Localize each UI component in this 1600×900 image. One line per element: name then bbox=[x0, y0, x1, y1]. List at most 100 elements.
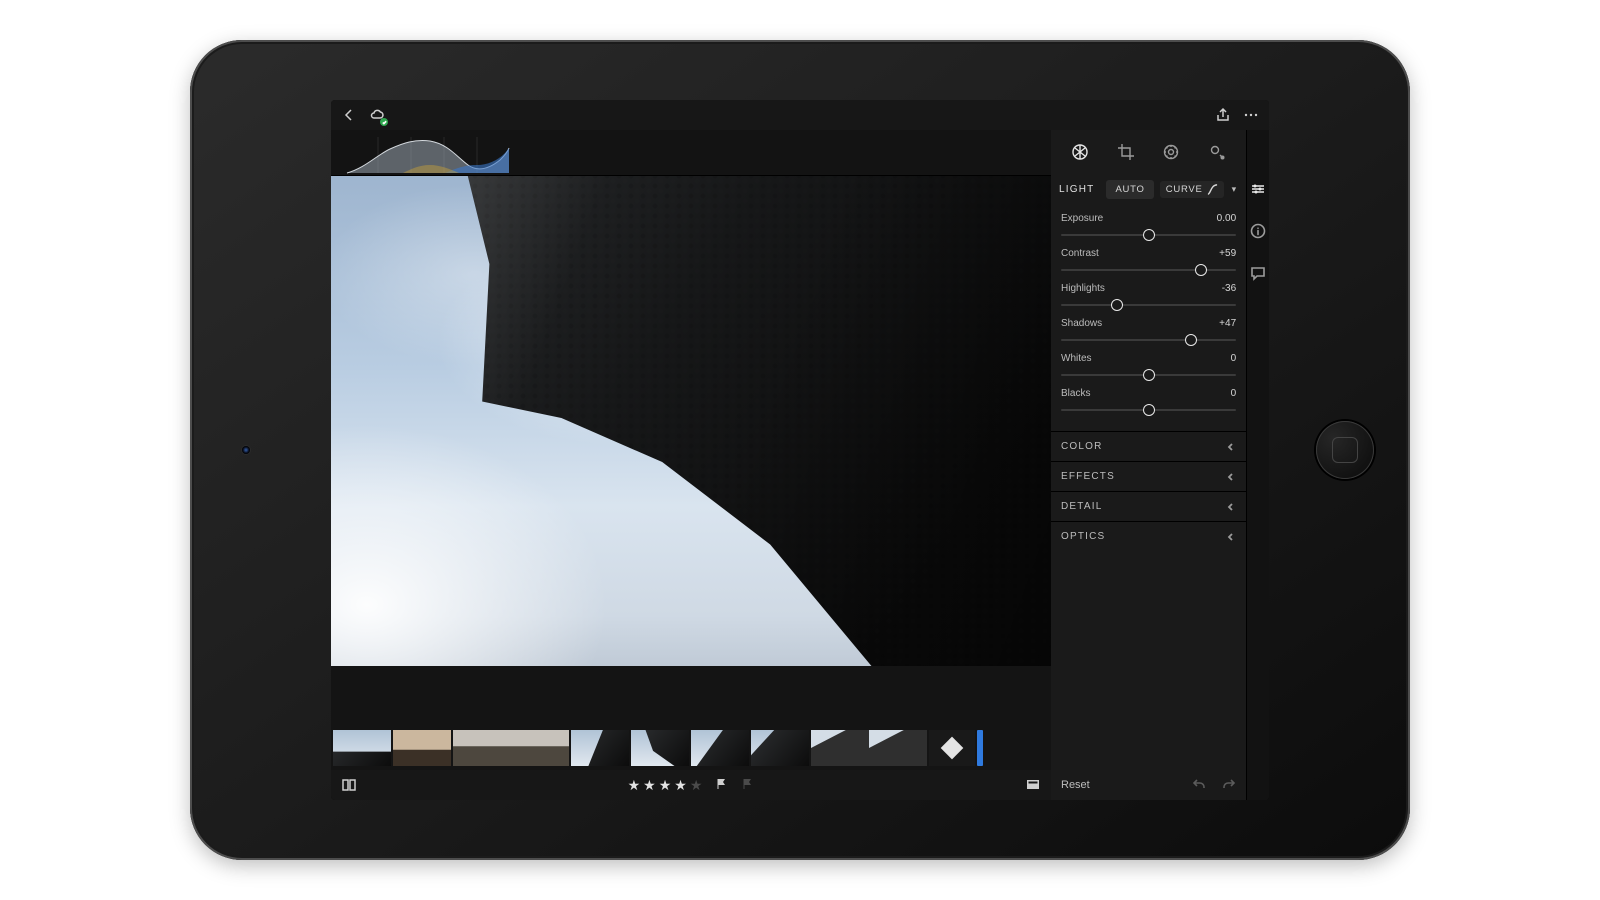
edit-sidebar: LIGHT AUTO CURVE ▾ Exposure0.00 Contrast +… bbox=[1051, 130, 1269, 800]
slider-contrast[interactable]: Contrast +59 bbox=[1061, 248, 1236, 277]
photo-canvas[interactable] bbox=[331, 176, 1051, 726]
thumbnail[interactable] bbox=[571, 730, 629, 766]
chevron-left-icon bbox=[1226, 532, 1236, 542]
histogram-bar bbox=[331, 130, 1051, 176]
tablet-home-button[interactable] bbox=[1316, 421, 1374, 479]
auto-button[interactable]: AUTO bbox=[1106, 180, 1153, 199]
slider-track[interactable] bbox=[1061, 368, 1236, 382]
thumbnail[interactable] bbox=[691, 730, 749, 766]
sync-ok-badge-icon bbox=[380, 118, 388, 126]
star-icon[interactable]: ★ bbox=[643, 777, 656, 794]
slider-knob[interactable] bbox=[1185, 334, 1197, 346]
review-mode-button[interactable] bbox=[1025, 777, 1041, 793]
dock-comments-button[interactable] bbox=[1249, 264, 1267, 282]
detail-section[interactable]: DETAIL bbox=[1051, 491, 1246, 521]
color-title: COLOR bbox=[1061, 441, 1103, 452]
slider-label: Shadows bbox=[1061, 318, 1102, 329]
curve-button[interactable]: CURVE bbox=[1160, 181, 1224, 198]
rating-stars[interactable]: ★ ★ ★ ★ ★ bbox=[628, 777, 703, 794]
slider-shadows[interactable]: Shadows +47 bbox=[1061, 318, 1236, 347]
collapse-light-icon[interactable]: ▾ bbox=[1230, 184, 1239, 195]
slider-label: Highlights bbox=[1061, 283, 1105, 294]
compare-button[interactable] bbox=[341, 777, 357, 793]
effects-section[interactable]: EFFECTS bbox=[1051, 461, 1246, 491]
undo-redo-group bbox=[1192, 777, 1236, 794]
slider-knob[interactable] bbox=[1195, 264, 1207, 276]
slider-value: +59 bbox=[1219, 248, 1236, 259]
color-section[interactable]: COLOR bbox=[1051, 431, 1246, 461]
slider-track[interactable] bbox=[1061, 228, 1236, 242]
bottom-bar: ★ ★ ★ ★ ★ bbox=[331, 770, 1051, 800]
redo-button[interactable] bbox=[1222, 777, 1236, 794]
slider-value: -36 bbox=[1222, 283, 1236, 294]
thumbnail[interactable] bbox=[393, 730, 451, 766]
slider-label: Contrast bbox=[1061, 248, 1099, 259]
light-section-header[interactable]: LIGHT AUTO CURVE ▾ bbox=[1051, 174, 1246, 205]
edit-tab-crop[interactable] bbox=[1115, 141, 1137, 163]
dock-info-button[interactable] bbox=[1249, 222, 1267, 240]
thumbnail[interactable] bbox=[811, 730, 927, 766]
slider-track[interactable] bbox=[1061, 298, 1236, 312]
edit-tab-presets[interactable] bbox=[1160, 141, 1182, 163]
filmstrip-end-marker bbox=[977, 730, 983, 766]
star-icon[interactable]: ★ bbox=[690, 777, 703, 794]
light-sliders: Exposure0.00 Contrast +59 Highlights -36 Shad… bbox=[1051, 205, 1246, 431]
thumbnail[interactable] bbox=[333, 730, 391, 766]
light-title: LIGHT bbox=[1059, 184, 1094, 195]
detail-title: DETAIL bbox=[1061, 501, 1102, 512]
right-dock bbox=[1247, 130, 1269, 800]
slider-value: 0 bbox=[1231, 388, 1237, 399]
slider-highlights[interactable]: Highlights -36 bbox=[1061, 283, 1236, 312]
top-bar bbox=[331, 100, 1269, 130]
editor-left-column: ★ ★ ★ ★ ★ bbox=[331, 130, 1051, 800]
tablet-frame: ★ ★ ★ ★ ★ bbox=[190, 40, 1410, 860]
star-icon[interactable]: ★ bbox=[674, 777, 687, 794]
chevron-left-icon bbox=[1226, 472, 1236, 482]
slider-exposure[interactable]: Exposure0.00 bbox=[1061, 213, 1236, 242]
slider-knob[interactable] bbox=[1143, 404, 1155, 416]
edit-tab-adjust[interactable] bbox=[1069, 141, 1091, 163]
curve-label: CURVE bbox=[1166, 184, 1203, 195]
cloud-sync-status[interactable] bbox=[369, 107, 385, 123]
slider-label: Whites bbox=[1061, 353, 1092, 364]
slider-knob[interactable] bbox=[1143, 369, 1155, 381]
thumbnail[interactable] bbox=[751, 730, 809, 766]
star-icon[interactable]: ★ bbox=[628, 777, 641, 794]
slider-track[interactable] bbox=[1061, 263, 1236, 277]
share-button[interactable] bbox=[1215, 107, 1231, 123]
tablet-camera bbox=[242, 446, 250, 454]
thumbnail[interactable] bbox=[929, 730, 975, 766]
thumbnail-selected[interactable] bbox=[631, 730, 689, 766]
slider-whites[interactable]: Whites 0 bbox=[1061, 353, 1236, 382]
edit-mode-tabs bbox=[1051, 130, 1246, 174]
filmstrip[interactable] bbox=[331, 726, 1051, 770]
slider-value: +47 bbox=[1219, 318, 1236, 329]
star-icon[interactable]: ★ bbox=[659, 777, 672, 794]
slider-value: 0.00 bbox=[1217, 213, 1236, 224]
slider-blacks[interactable]: Blacks 0 bbox=[1061, 388, 1236, 417]
slider-track[interactable] bbox=[1061, 403, 1236, 417]
curve-icon bbox=[1207, 184, 1218, 195]
reset-bar: Reset bbox=[1051, 770, 1246, 800]
slider-label: Blacks bbox=[1061, 388, 1090, 399]
dock-edit-button[interactable] bbox=[1249, 180, 1267, 198]
optics-title: OPTICS bbox=[1061, 531, 1105, 542]
thumbnail[interactable] bbox=[453, 730, 569, 766]
back-button[interactable] bbox=[341, 107, 357, 123]
undo-button[interactable] bbox=[1192, 777, 1206, 794]
flag-reject-button[interactable] bbox=[742, 778, 754, 793]
histogram[interactable] bbox=[345, 135, 510, 175]
slider-track[interactable] bbox=[1061, 333, 1236, 347]
reset-button[interactable]: Reset bbox=[1061, 779, 1090, 791]
slider-value: 0 bbox=[1231, 353, 1237, 364]
edit-tab-selective[interactable] bbox=[1206, 141, 1228, 163]
slider-knob[interactable] bbox=[1143, 229, 1155, 241]
effects-title: EFFECTS bbox=[1061, 471, 1115, 482]
tablet-screen: ★ ★ ★ ★ ★ bbox=[331, 100, 1269, 800]
flag-pick-button[interactable] bbox=[716, 778, 728, 793]
optics-section[interactable]: OPTICS bbox=[1051, 521, 1246, 551]
chevron-left-icon bbox=[1226, 502, 1236, 512]
slider-knob[interactable] bbox=[1111, 299, 1123, 311]
more-button[interactable] bbox=[1243, 107, 1259, 123]
chevron-left-icon bbox=[1226, 442, 1236, 452]
